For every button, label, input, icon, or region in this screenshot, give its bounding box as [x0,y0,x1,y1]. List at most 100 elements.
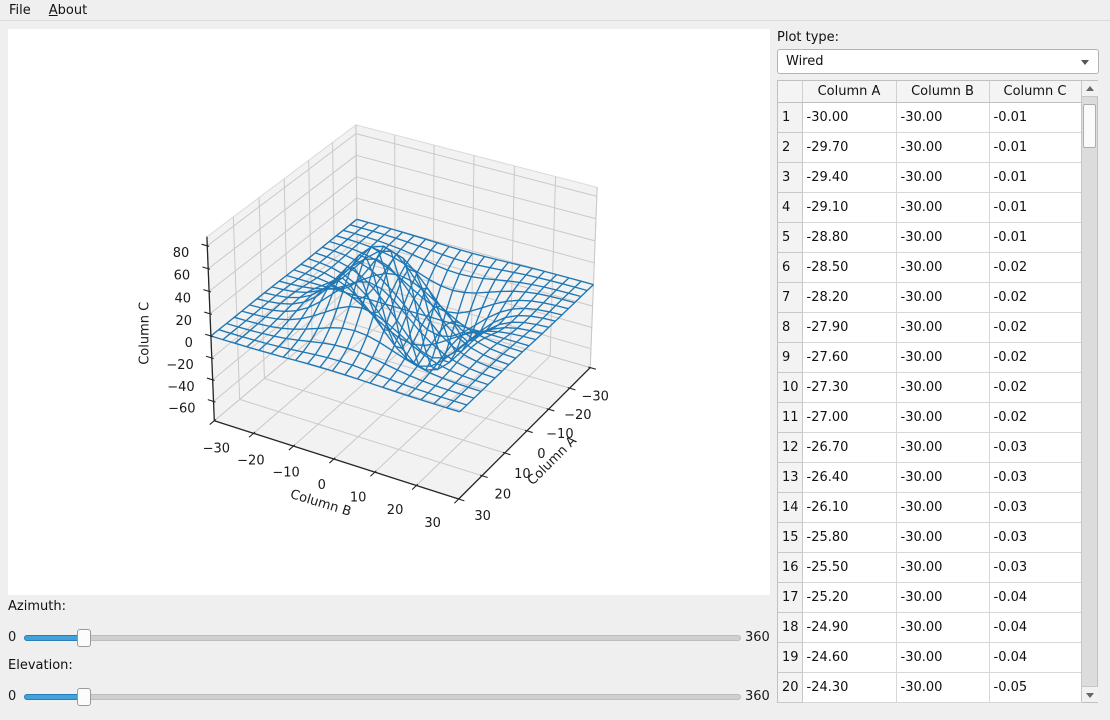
table-cell[interactable]: -25.50 [802,552,896,582]
table-cell[interactable]: -0.02 [989,402,1081,432]
azimuth-slider-handle[interactable] [77,629,91,647]
row-number[interactable]: 20 [778,672,802,702]
table-cell[interactable]: -30.00 [896,102,989,132]
table-cell[interactable]: -0.01 [989,162,1081,192]
table-cell[interactable]: -26.40 [802,462,896,492]
table-cell[interactable]: -30.00 [896,672,989,702]
table-cell[interactable]: -30.00 [802,102,896,132]
table-cell[interactable]: -27.00 [802,402,896,432]
scrollbar-thumb[interactable] [1083,104,1096,148]
table-row[interactable]: 6-28.50-30.00-0.02 [778,252,1081,282]
table-cell[interactable]: -28.80 [802,222,896,252]
table-row[interactable]: 7-28.20-30.00-0.02 [778,282,1081,312]
table-cell[interactable]: -29.70 [802,132,896,162]
table-cell[interactable]: -30.00 [896,312,989,342]
table-cell[interactable]: -0.03 [989,522,1081,552]
table-cell[interactable]: -0.02 [989,372,1081,402]
table-cell[interactable]: -27.60 [802,342,896,372]
table-cell[interactable]: -26.10 [802,492,896,522]
table-row[interactable]: 5-28.80-30.00-0.01 [778,222,1081,252]
elevation-slider-handle[interactable] [77,688,91,706]
menu-file[interactable]: File [0,1,40,20]
row-number[interactable]: 8 [778,312,802,342]
row-number[interactable]: 19 [778,642,802,672]
table-row[interactable]: 9-27.60-30.00-0.02 [778,342,1081,372]
column-header-column-b[interactable]: Column B [896,81,989,102]
table-cell[interactable]: -30.00 [896,372,989,402]
table-cell[interactable]: -25.20 [802,582,896,612]
row-number[interactable]: 12 [778,432,802,462]
scrollbar-up-button[interactable] [1082,81,1098,97]
row-number[interactable]: 17 [778,582,802,612]
table-cell[interactable]: -28.20 [802,282,896,312]
table-cell[interactable]: -28.50 [802,252,896,282]
row-number[interactable]: 18 [778,612,802,642]
table-cell[interactable]: -0.04 [989,582,1081,612]
table-cell[interactable]: -30.00 [896,552,989,582]
table-cell[interactable]: -30.00 [896,342,989,372]
table-row[interactable]: 1-30.00-30.00-0.01 [778,102,1081,132]
table-row[interactable]: 16-25.50-30.00-0.03 [778,552,1081,582]
row-number[interactable]: 14 [778,492,802,522]
table-cell[interactable]: -0.01 [989,132,1081,162]
azimuth-slider-track[interactable] [24,635,741,641]
table-cell[interactable]: -27.90 [802,312,896,342]
row-number[interactable]: 13 [778,462,802,492]
scrollbar-down-button[interactable] [1082,686,1098,702]
table-cell[interactable]: -0.01 [989,192,1081,222]
table-cell[interactable]: -30.00 [896,252,989,282]
table-cell[interactable]: -0.03 [989,432,1081,462]
table-cell[interactable]: -30.00 [896,162,989,192]
row-number[interactable]: 2 [778,132,802,162]
table-cell[interactable]: -0.02 [989,312,1081,342]
row-number[interactable]: 16 [778,552,802,582]
plot-type-combobox[interactable]: Wired [777,49,1099,74]
row-number[interactable]: 10 [778,372,802,402]
table-cell[interactable]: -30.00 [896,282,989,312]
table-cell[interactable]: -30.00 [896,462,989,492]
menu-about[interactable]: About [40,1,96,20]
column-header-column-a[interactable]: Column A [802,81,896,102]
table-cell[interactable]: -30.00 [896,192,989,222]
row-number[interactable]: 5 [778,222,802,252]
table-scrollbar[interactable] [1081,81,1097,702]
row-number[interactable]: 15 [778,522,802,552]
table-cell[interactable]: -24.30 [802,672,896,702]
table-row[interactable]: 2-29.70-30.00-0.01 [778,132,1081,162]
table-cell[interactable]: -30.00 [896,522,989,552]
table-cell[interactable]: -0.04 [989,612,1081,642]
table-cell[interactable]: -25.80 [802,522,896,552]
table-cell[interactable]: -30.00 [896,132,989,162]
table-row[interactable]: 20-24.30-30.00-0.05 [778,672,1081,702]
table-cell[interactable]: -0.05 [989,672,1081,702]
table-row[interactable]: 8-27.90-30.00-0.02 [778,312,1081,342]
table-cell[interactable]: -0.02 [989,252,1081,282]
table-cell[interactable]: -0.01 [989,222,1081,252]
table-cell[interactable]: -24.90 [802,612,896,642]
table-row[interactable]: 11-27.00-30.00-0.02 [778,402,1081,432]
row-number[interactable]: 7 [778,282,802,312]
row-number[interactable]: 9 [778,342,802,372]
table-cell[interactable]: -27.30 [802,372,896,402]
table-cell[interactable]: -0.01 [989,102,1081,132]
table-row[interactable]: 3-29.40-30.00-0.01 [778,162,1081,192]
elevation-slider-track[interactable] [24,694,741,700]
column-header-column-c[interactable]: Column C [989,81,1081,102]
row-number[interactable]: 3 [778,162,802,192]
table-cell[interactable]: -30.00 [896,582,989,612]
table-row[interactable]: 13-26.40-30.00-0.03 [778,462,1081,492]
table-cell[interactable]: -26.70 [802,432,896,462]
table-cell[interactable]: -0.02 [989,342,1081,372]
table-cell[interactable]: -30.00 [896,642,989,672]
table-cell[interactable]: -0.03 [989,462,1081,492]
row-number[interactable]: 1 [778,102,802,132]
table-cell[interactable]: -30.00 [896,492,989,522]
row-number[interactable]: 6 [778,252,802,282]
table-row[interactable]: 4-29.10-30.00-0.01 [778,192,1081,222]
row-number[interactable]: 4 [778,192,802,222]
table-cell[interactable]: -0.03 [989,552,1081,582]
table-cell[interactable]: -0.04 [989,642,1081,672]
table-cell[interactable]: -29.40 [802,162,896,192]
table-cell[interactable]: -30.00 [896,432,989,462]
table-cell[interactable]: -30.00 [896,402,989,432]
